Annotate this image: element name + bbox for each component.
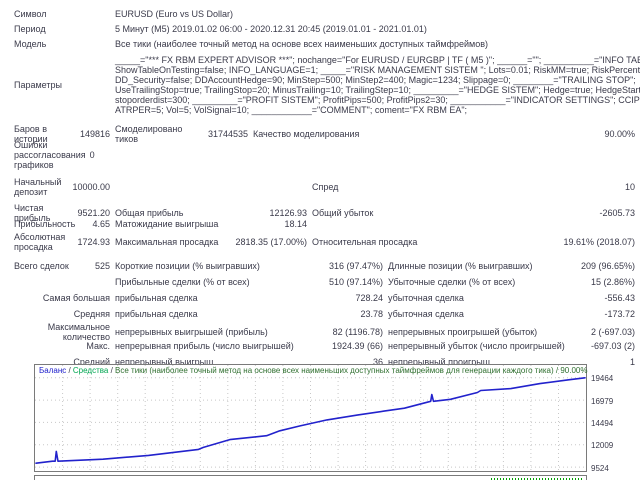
y-axis-label: 9524 xyxy=(591,463,609,473)
strategy-tester-report: Символ EURUSD (Euro vs US Dollar) Период… xyxy=(0,0,640,480)
period-label: Период xyxy=(14,23,46,34)
model-label: Модель xyxy=(14,38,47,49)
row-period: Период 5 Минут (M5) 2019.01.02 06:00 - 2… xyxy=(0,21,640,36)
row-symbol: Символ EURUSD (Euro vs US Dollar) xyxy=(0,6,640,21)
settings-section: Символ EURUSD (Euro vs US Dollar) Период… xyxy=(0,6,640,51)
y-axis-label: 14494 xyxy=(591,418,614,428)
deposit-label: Начальный депозит xyxy=(14,177,62,197)
errors-section: Ошибки рассогласования графиков 0 xyxy=(0,139,640,171)
parameters-text: _____="*** FX RBM EXPERT ADVISOR ***"; n… xyxy=(115,55,640,115)
lot-size-chart xyxy=(34,475,587,480)
row-max-consecutive: Максимальное количество непрерывных выиг… xyxy=(47,322,635,342)
chart-quality: 90.00% xyxy=(560,366,588,375)
spread-value: 10 xyxy=(624,182,635,192)
spread-label: Спред xyxy=(312,182,339,192)
symbol-value: EURUSD (Euro vs US Dollar) xyxy=(115,8,234,19)
parameters-label: Параметры xyxy=(14,80,62,90)
row-drawdown: Абсолютная просадка 1724.93 Максимальная … xyxy=(14,232,635,252)
quality-value: 90.00% xyxy=(604,129,635,139)
balance-legend-label: Баланс xyxy=(39,366,67,375)
model-value: Все тики (наиболее точный метод на основ… xyxy=(115,38,488,49)
row-max-profit: Макс. непрерывная прибыль (число выигрыш… xyxy=(86,341,635,351)
row-profit-trades: Прибыльные сделки (% от всех) 510 (97.14%… xyxy=(115,277,635,287)
row-average-trade: Средняя прибыльная сделка 23.78 убыточная… xyxy=(73,309,635,319)
parameters-section: Параметры _____="*** FX RBM EXPERT ADVIS… xyxy=(0,55,640,115)
y-axis-label: 16979 xyxy=(591,396,614,406)
y-axis-label: 12009 xyxy=(591,441,614,451)
y-axis-label: 19464 xyxy=(591,374,614,384)
errors-value: 0 xyxy=(89,150,95,160)
row-model: Модель Все тики (наиболее точный метод н… xyxy=(0,36,640,51)
symbol-label: Символ xyxy=(14,8,47,19)
errors-label: Ошибки рассогласования графиков xyxy=(14,140,86,170)
row-bars: Баров в истории 149816 Смоделировано тико… xyxy=(0,124,640,144)
deposit-value: 10000.00 xyxy=(72,182,110,192)
chart-legend: Баланс / Средства / Все тики (наиболее т… xyxy=(39,366,588,375)
chart-model-note: Все тики (наиболее точный метод на основ… xyxy=(115,366,554,375)
chart-y-axis: 19464 16979 14494 12009 9524 xyxy=(591,364,636,472)
row-total-trades: Всего сделок 525 Короткие позиции (% выиг… xyxy=(14,261,635,271)
row-net-profit: Чистая прибыль 9521.20 Общая прибыль 12126… xyxy=(14,203,635,223)
equity-legend-label: Средства xyxy=(72,366,109,375)
row-largest-trade: Самая большая прибыльная сделка 728.24 уб… xyxy=(42,293,635,303)
period-value: 5 Минут (M5) 2019.01.02 06:00 - 2020.12.… xyxy=(115,23,427,34)
balance-curve-svg xyxy=(35,365,586,471)
trades-section: Всего сделок 525 Короткие позиции (% выиг… xyxy=(0,258,640,370)
bars-value: 149816 xyxy=(79,129,110,139)
modeling-section: Баров в истории 149816 Смоделировано тико… xyxy=(0,124,640,144)
results-section: Чистая прибыль 9521.20 Общая прибыль 12126… xyxy=(0,203,640,253)
ticks-value: 31744535 xyxy=(207,129,248,139)
row-profit-factor: Прибыльность 4.65 Матожидание выигрыша 18.… xyxy=(14,219,307,229)
balance-chart: Баланс / Средства / Все тики (наиболее т… xyxy=(34,364,587,472)
deposit-section: Начальный депозит 10000.00 Спред 10 xyxy=(0,176,640,198)
quality-label: Качество моделирования xyxy=(253,129,360,139)
